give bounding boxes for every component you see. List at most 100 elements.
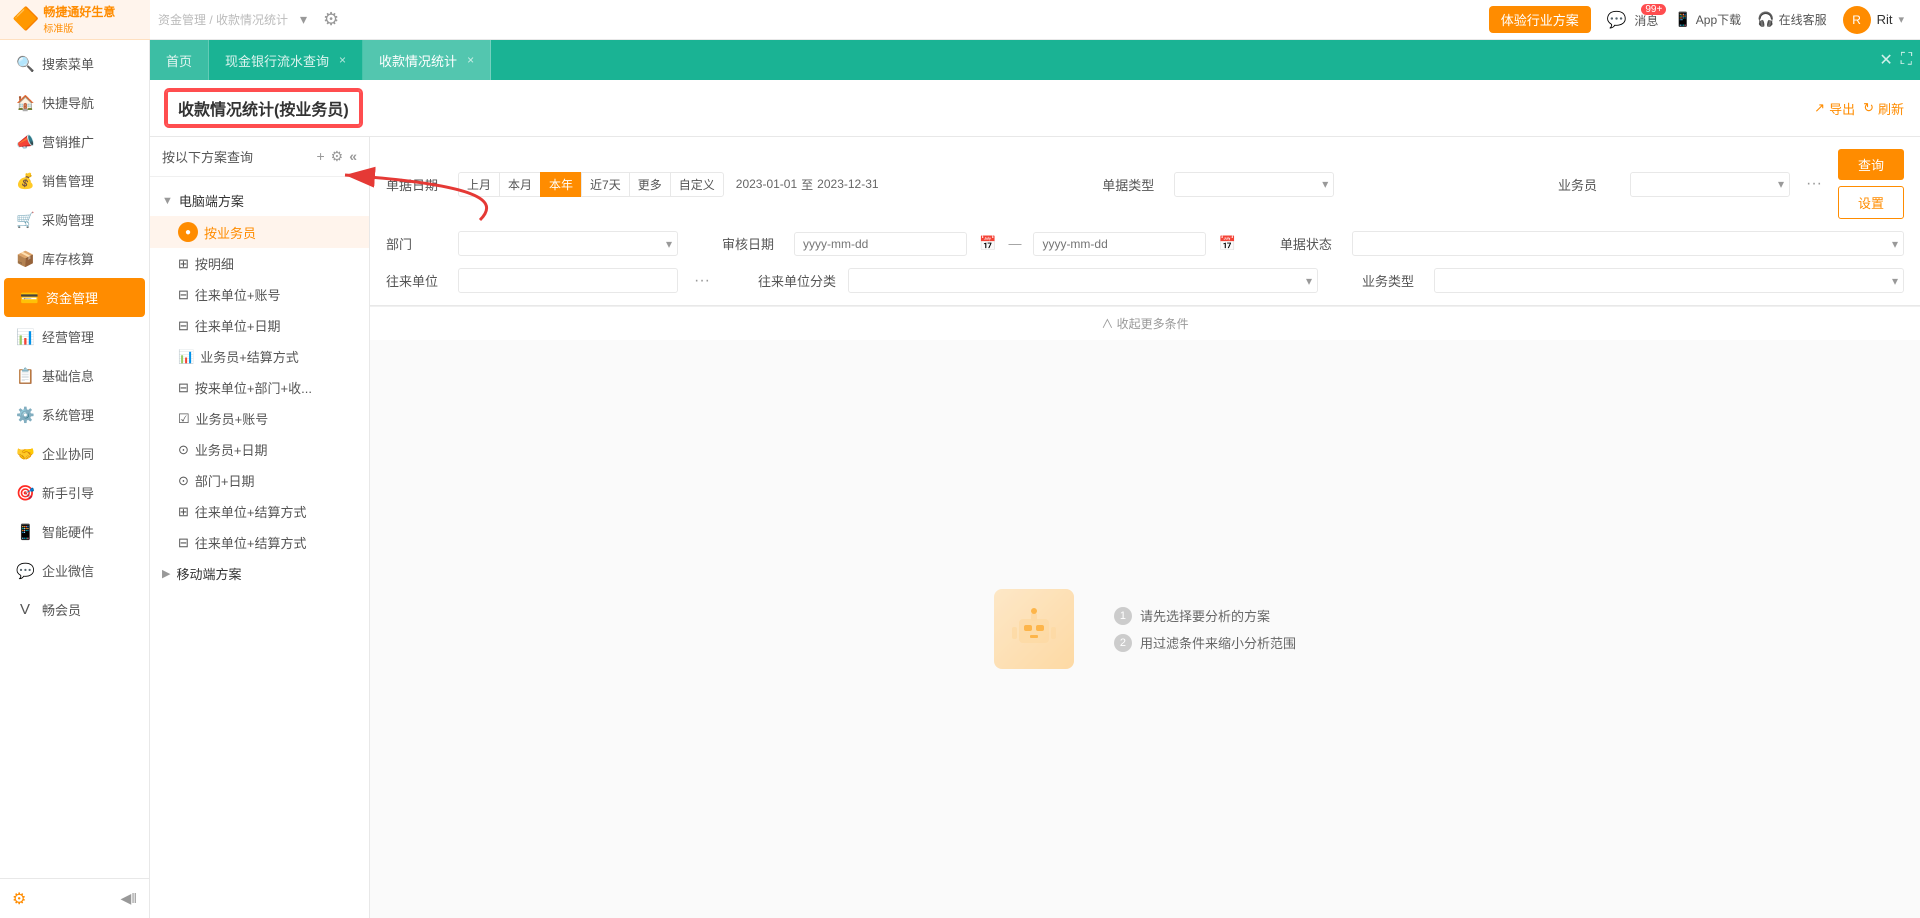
tree-item-unit-settle2[interactable]: ⊟ 往来单位+结算方式	[150, 527, 369, 558]
tree-item-salesperson-settle[interactable]: 📊 业务员+结算方式	[150, 341, 369, 372]
filter-content: 单据日期 上月 本月 本年 近7天 更多 自定义 2023-01-01	[370, 137, 1920, 918]
user-area[interactable]: R Rit ▾	[1843, 6, 1904, 34]
query-button[interactable]: 查询	[1838, 149, 1904, 180]
empty-tip-1: 1 请先选择要分析的方案	[1114, 606, 1296, 625]
date-tab-last-month[interactable]: 上月	[458, 172, 499, 197]
scheme-panel: 按以下方案查询 + ⚙ « ▼ 电脑端方案	[150, 137, 370, 918]
tab-bank[interactable]: 现金银行流水查询 ×	[209, 40, 363, 80]
tab-receipts-close[interactable]: ×	[467, 53, 474, 67]
tree-item-by-unit-dept[interactable]: ⊟ 按来单位+部门+收...	[150, 372, 369, 403]
sidebar-item-guide[interactable]: 🎯 新手引导	[0, 473, 149, 512]
date-tab-custom[interactable]: 自定义	[670, 172, 724, 197]
date-tab-last7[interactable]: 近7天	[581, 172, 629, 197]
tree-item-salesperson-account[interactable]: ☑ 业务员+账号	[150, 403, 369, 434]
counterpart-category-wrapper[interactable]	[848, 268, 1318, 293]
doc-status-select-wrapper[interactable]	[1352, 231, 1904, 256]
scheme-settings-icon[interactable]: ⚙	[331, 148, 344, 165]
review-start-calendar-icon[interactable]: 📅	[979, 235, 996, 252]
mobile-group-arrow: ▶	[162, 567, 170, 580]
sidebar-item-wechat[interactable]: 💬 企业微信	[0, 551, 149, 590]
pc-group-label: 电脑端方案	[179, 191, 244, 210]
salesperson-select[interactable]	[1630, 172, 1790, 197]
online-service-area[interactable]: 🎧 在线客服	[1757, 11, 1826, 28]
sidebar-item-capital[interactable]: 💳 资金管理	[4, 278, 145, 317]
footer-collapse-icon[interactable]: ◀‖	[120, 890, 137, 907]
sidebar-item-purchase[interactable]: 🛒 采购管理	[0, 200, 149, 239]
doc-type-select[interactable]	[1174, 172, 1334, 197]
footer-settings-icon[interactable]: ⚙	[12, 889, 26, 909]
date-tab-more[interactable]: 更多	[629, 172, 670, 197]
capital-icon: 💳	[20, 289, 38, 307]
review-end-input[interactable]	[1033, 232, 1206, 256]
sidebar-item-member[interactable]: V 畅会员	[0, 590, 149, 629]
salesperson-more-icon[interactable]: ···	[1806, 175, 1822, 193]
basic-icon: 📋	[16, 367, 34, 385]
sidebar-item-quicknav[interactable]: 🏠 快捷导航	[0, 83, 149, 122]
review-end-calendar-icon[interactable]: 📅	[1218, 235, 1235, 252]
tab-home[interactable]: 首页	[150, 40, 209, 80]
date-tabs: 上月 本月 本年 近7天 更多 自定义	[458, 172, 724, 197]
biz-type-wrapper[interactable]	[1434, 268, 1904, 293]
sidebar-item-marketing[interactable]: 📣 营销推广	[0, 122, 149, 161]
collapse-button[interactable]: ∧ 收起更多条件	[1101, 317, 1188, 331]
empty-illustration	[994, 589, 1074, 669]
tab-close-all-icon[interactable]: ✕	[1879, 50, 1892, 70]
message-area[interactable]: 💬 99+ 消息	[1607, 10, 1659, 30]
date-end-value: 2023-12-31	[817, 177, 878, 191]
sidebar-footer: ⚙ ◀‖	[0, 878, 149, 918]
sidebar-label-capital: 资金管理	[46, 288, 98, 307]
tree-item-dept-date[interactable]: ⊙ 部门+日期	[150, 465, 369, 496]
doc-type-select-wrapper[interactable]	[1174, 172, 1334, 197]
trial-button[interactable]: 体验行业方案	[1489, 6, 1591, 33]
tree-item-salesperson[interactable]: ● 按业务员	[150, 216, 369, 248]
sidebar-item-inventory[interactable]: 📦 库存核算	[0, 239, 149, 278]
detail-icon: ⊞	[178, 256, 189, 272]
tree-group-pc-header[interactable]: ▼ 电脑端方案	[150, 185, 369, 216]
tree-item-detail[interactable]: ⊞ 按明细	[150, 248, 369, 279]
scheme-collapse-icon[interactable]: «	[349, 148, 357, 165]
tree-item-unit-account[interactable]: ⊟ 往来单位+账号	[150, 279, 369, 310]
tab-maximize-icon[interactable]: ⛶	[1901, 51, 1912, 69]
scheme-add-icon[interactable]: +	[316, 148, 324, 165]
biz-type-select[interactable]	[1434, 268, 1904, 293]
sidebar-item-sales[interactable]: 💰 销售管理	[0, 161, 149, 200]
filter-settings-button[interactable]: 设置	[1838, 186, 1904, 219]
sidebar-item-hardware[interactable]: 📱 智能硬件	[0, 512, 149, 551]
counterpart-more-icon[interactable]: ···	[694, 272, 710, 290]
date-tab-this-month[interactable]: 本月	[499, 172, 540, 197]
filter-row-1: 单据日期 上月 本月 本年 近7天 更多 自定义 2023-01-01	[386, 149, 1904, 219]
filter-buttons: 查询 设置	[1838, 149, 1904, 219]
date-range: 2023-01-01 至 2023-12-31	[736, 176, 879, 193]
breadcrumb-dropdown[interactable]: ▾	[300, 11, 307, 28]
sidebar-item-search[interactable]: 🔍 搜索菜单	[0, 44, 149, 83]
dept-select[interactable]	[458, 231, 678, 256]
sidebar-item-operation[interactable]: 📊 经营管理	[0, 317, 149, 356]
sidebar-label-search: 搜索菜单	[42, 54, 94, 73]
sidebar-item-enterprise[interactable]: 🤝 企业协同	[0, 434, 149, 473]
empty-tip-2: 2 用过滤条件来缩小分析范围	[1114, 633, 1296, 652]
refresh-button[interactable]: ↻ 刷新	[1863, 99, 1904, 118]
tree-item-unit-settle1[interactable]: ⊞ 往来单位+结算方式	[150, 496, 369, 527]
counterpart-input[interactable]	[458, 268, 678, 293]
tree-item-unit-account-label: 往来单位+账号	[195, 285, 281, 304]
counterpart-category-select[interactable]	[848, 268, 1318, 293]
salesperson-select-wrapper[interactable]	[1630, 172, 1790, 197]
sidebar-item-basic[interactable]: 📋 基础信息	[0, 356, 149, 395]
export-button[interactable]: ↗ 导出	[1814, 99, 1855, 118]
tree-item-salesperson-date[interactable]: ⊙ 业务员+日期	[150, 434, 369, 465]
review-start-input[interactable]	[794, 232, 967, 256]
app-download-area[interactable]: 📱 App下载	[1674, 11, 1741, 28]
tab-bank-close[interactable]: ×	[339, 53, 346, 67]
date-tab-this-year[interactable]: 本年	[540, 172, 581, 197]
dept-select-wrapper[interactable]	[458, 231, 678, 256]
settings-icon[interactable]: ⚙	[323, 9, 339, 30]
tree-item-unit-date[interactable]: ⊟ 往来单位+日期	[150, 310, 369, 341]
sidebar-item-system[interactable]: ⚙️ 系统管理	[0, 395, 149, 434]
doc-status-select[interactable]	[1352, 231, 1904, 256]
review-date-separator: —	[1008, 236, 1021, 251]
tab-receipts[interactable]: 收款情况统计 ×	[363, 40, 491, 80]
tree-group-mobile: ▶ 移动端方案	[150, 558, 369, 589]
home-icon: 🏠	[16, 94, 34, 112]
tab-receipts-label: 收款情况统计	[379, 51, 457, 70]
tree-group-mobile-header[interactable]: ▶ 移动端方案	[150, 558, 369, 589]
